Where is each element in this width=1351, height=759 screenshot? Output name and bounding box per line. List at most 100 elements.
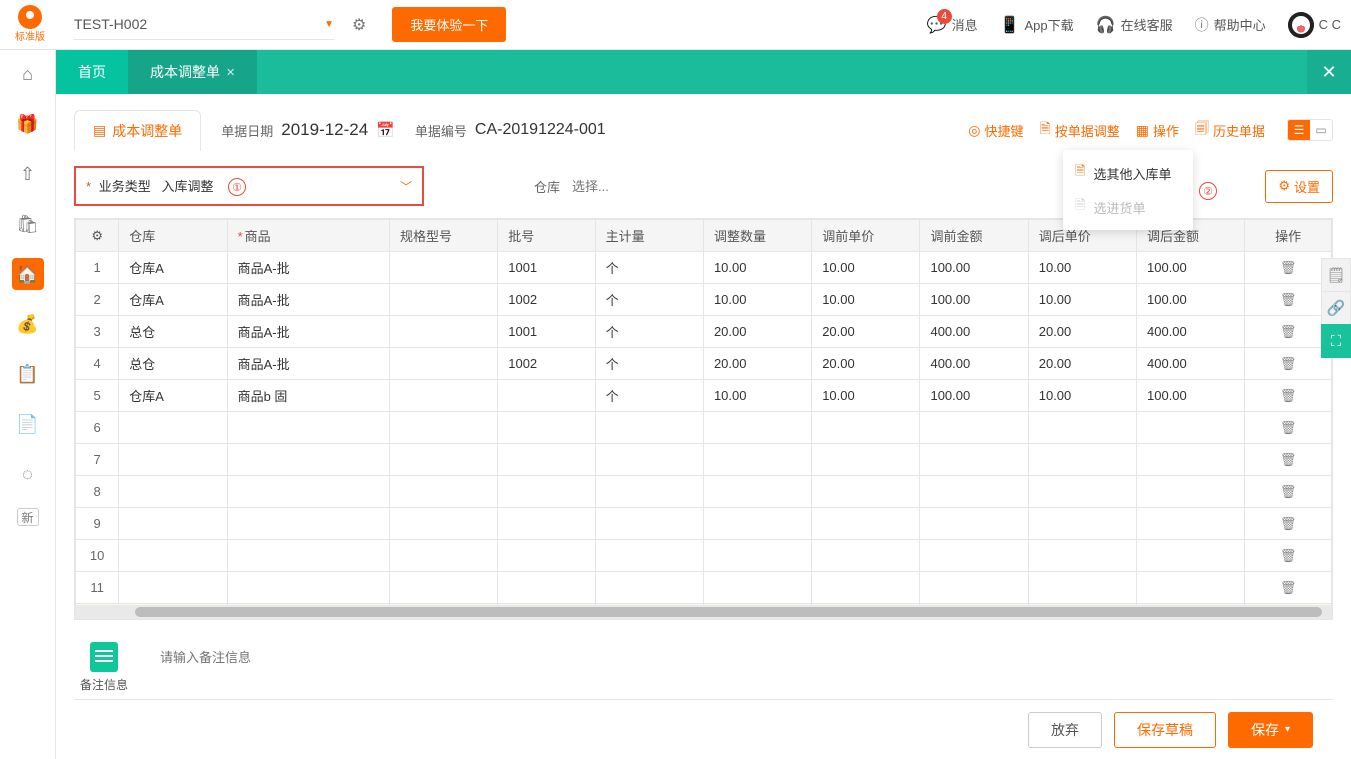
gear-icon[interactable]: ⚙ xyxy=(352,15,366,35)
cell-warehouse[interactable]: 总仓 xyxy=(119,348,227,380)
cell-qty[interactable]: 20.00 xyxy=(703,316,811,348)
cell-amount-after[interactable]: 100.00 xyxy=(1137,284,1245,316)
cell-amount-before[interactable]: 100.00 xyxy=(920,284,1028,316)
nav-money-icon[interactable]: 💰 xyxy=(12,308,44,340)
business-type-select[interactable]: * 业务类型 入库调整 ① ﹀ xyxy=(74,166,424,206)
trial-button[interactable]: 我要体验一下 xyxy=(392,7,506,42)
cell-price-after[interactable]: 20.00 xyxy=(1028,348,1136,380)
col-gear[interactable]: ⚙ xyxy=(76,220,119,252)
popup-other-inbound[interactable]: 🗎 选其他入库单 xyxy=(1063,156,1193,190)
date-value[interactable]: 2019-12-24 xyxy=(281,120,368,140)
float-note-icon[interactable]: 🗒 xyxy=(1321,258,1351,292)
cell-amount-after[interactable]: 400.00 xyxy=(1137,316,1245,348)
col-warehouse[interactable]: 仓库 xyxy=(119,220,227,252)
cell-batch[interactable]: 1001 xyxy=(498,316,595,348)
history-button[interactable]: 🗐历史单据 xyxy=(1195,118,1265,142)
cell-product[interactable]: 商品A-批 xyxy=(227,252,389,284)
row-delete[interactable]: 🗑 xyxy=(1245,348,1332,380)
nav-bag-icon[interactable]: 🛍 xyxy=(12,208,44,240)
horizontal-scrollbar[interactable] xyxy=(75,605,1332,619)
cell-spec[interactable] xyxy=(389,284,497,316)
warehouse-input[interactable] xyxy=(570,178,750,195)
table-row[interactable]: 6🗑 xyxy=(76,412,1332,444)
cell-warehouse[interactable]: 仓库A xyxy=(119,284,227,316)
cell-amount-before[interactable]: 400.00 xyxy=(920,348,1028,380)
remark-input[interactable] xyxy=(154,635,1333,699)
calendar-icon[interactable]: 📅 xyxy=(376,121,395,139)
col-batch[interactable]: 批号 xyxy=(498,220,595,252)
cell-product[interactable]: 商品b 固 xyxy=(227,380,389,412)
cell-amount-before[interactable]: 100.00 xyxy=(920,380,1028,412)
cell-amount-after[interactable]: 100.00 xyxy=(1137,380,1245,412)
cell-warehouse[interactable]: 仓库A xyxy=(119,380,227,412)
scrollbar-thumb[interactable] xyxy=(135,607,1322,617)
cell-spec[interactable] xyxy=(389,348,497,380)
cell-warehouse[interactable]: 仓库A xyxy=(119,252,227,284)
cell-spec[interactable] xyxy=(389,252,497,284)
col-product[interactable]: *商品 xyxy=(227,220,389,252)
cell-amount-after[interactable]: 100.00 xyxy=(1137,252,1245,284)
row-delete[interactable]: 🗑 xyxy=(1245,316,1332,348)
cell-batch[interactable] xyxy=(498,380,595,412)
cell-amount-after[interactable]: 400.00 xyxy=(1137,348,1245,380)
cell-product[interactable]: 商品A-批 xyxy=(227,316,389,348)
row-delete[interactable]: 🗑 xyxy=(1245,284,1332,316)
cell-uom[interactable]: 个 xyxy=(595,348,703,380)
help-center-link[interactable]: ⓘ 帮助中心 xyxy=(1195,15,1266,35)
cell-batch[interactable]: 1002 xyxy=(498,348,595,380)
table-row[interactable]: 4总仓商品A-批1002个20.0020.00400.0020.00400.00… xyxy=(76,348,1332,380)
save-button[interactable]: 保存 ▾ xyxy=(1228,712,1313,748)
cell-amount-before[interactable]: 400.00 xyxy=(920,316,1028,348)
cell-price-after[interactable]: 10.00 xyxy=(1028,284,1136,316)
cell-price-before[interactable]: 10.00 xyxy=(812,252,920,284)
cell-uom[interactable]: 个 xyxy=(595,316,703,348)
tab-cost-adjust[interactable]: 成本调整单 ✕ xyxy=(128,50,257,94)
row-delete[interactable]: 🗑 xyxy=(1245,444,1332,476)
col-amount-before[interactable]: 调前金额 xyxy=(920,220,1028,252)
close-icon[interactable]: ✕ xyxy=(226,66,235,79)
float-expand-icon[interactable]: ⛶ xyxy=(1321,324,1351,358)
cell-qty[interactable]: 10.00 xyxy=(703,284,811,316)
cell-warehouse[interactable]: 总仓 xyxy=(119,316,227,348)
cell-price-after[interactable]: 10.00 xyxy=(1028,252,1136,284)
cell-spec[interactable] xyxy=(389,380,497,412)
grid-view-icon[interactable]: ▭ xyxy=(1310,120,1332,140)
view-mode-toggle[interactable]: ☰ ▭ xyxy=(1287,119,1333,141)
ops-button[interactable]: ▦操作 xyxy=(1136,121,1179,140)
save-draft-button[interactable]: 保存草稿 xyxy=(1114,712,1216,748)
cell-amount-before[interactable]: 100.00 xyxy=(920,252,1028,284)
nav-loading-icon[interactable]: ◌ xyxy=(12,458,44,490)
table-row[interactable]: 11🗑 xyxy=(76,572,1332,604)
warehouse-filter[interactable]: 仓库 xyxy=(534,177,750,196)
cell-spec[interactable] xyxy=(389,316,497,348)
cell-price-before[interactable]: 10.00 xyxy=(812,284,920,316)
cell-price-after[interactable]: 20.00 xyxy=(1028,316,1136,348)
app-download-link[interactable]: 📱 App下载 xyxy=(1000,15,1074,35)
list-view-icon[interactable]: ☰ xyxy=(1288,120,1310,140)
row-delete[interactable]: 🗑 xyxy=(1245,476,1332,508)
row-delete[interactable]: 🗑 xyxy=(1245,380,1332,412)
discard-button[interactable]: 放弃 xyxy=(1028,712,1102,748)
cell-batch[interactable]: 1002 xyxy=(498,284,595,316)
cell-uom[interactable]: 个 xyxy=(595,284,703,316)
close-all-tabs[interactable]: ✕ xyxy=(1307,50,1351,94)
hotkeys-button[interactable]: ◎快捷键 xyxy=(968,121,1023,140)
col-uom[interactable]: 主计量 xyxy=(595,220,703,252)
nav-report-icon[interactable]: 📄 xyxy=(12,408,44,440)
nav-new-icon[interactable]: 新 xyxy=(17,508,39,526)
cell-uom[interactable]: 个 xyxy=(595,252,703,284)
float-link-icon[interactable]: 🔗 xyxy=(1321,291,1351,325)
nav-warehouse-icon[interactable]: 🏠 xyxy=(12,258,44,290)
customer-service-link[interactable]: 🎧 在线客服 xyxy=(1096,15,1173,35)
row-delete[interactable]: 🗑 xyxy=(1245,572,1332,604)
table-row[interactable]: 5仓库A商品b 固个10.0010.00100.0010.00100.00🗑 xyxy=(76,380,1332,412)
settings-button[interactable]: ⚙ 设置 xyxy=(1265,170,1333,203)
row-delete[interactable]: 🗑 xyxy=(1245,508,1332,540)
col-qty[interactable]: 调整数量 xyxy=(703,220,811,252)
table-row[interactable]: 2仓库A商品A-批1002个10.0010.00100.0010.00100.0… xyxy=(76,284,1332,316)
table-row[interactable]: 7🗑 xyxy=(76,444,1332,476)
nav-house-up-icon[interactable]: ⇧ xyxy=(12,158,44,190)
cell-product[interactable]: 商品A-批 xyxy=(227,284,389,316)
cell-product[interactable]: 商品A-批 xyxy=(227,348,389,380)
cell-qty[interactable]: 10.00 xyxy=(703,380,811,412)
